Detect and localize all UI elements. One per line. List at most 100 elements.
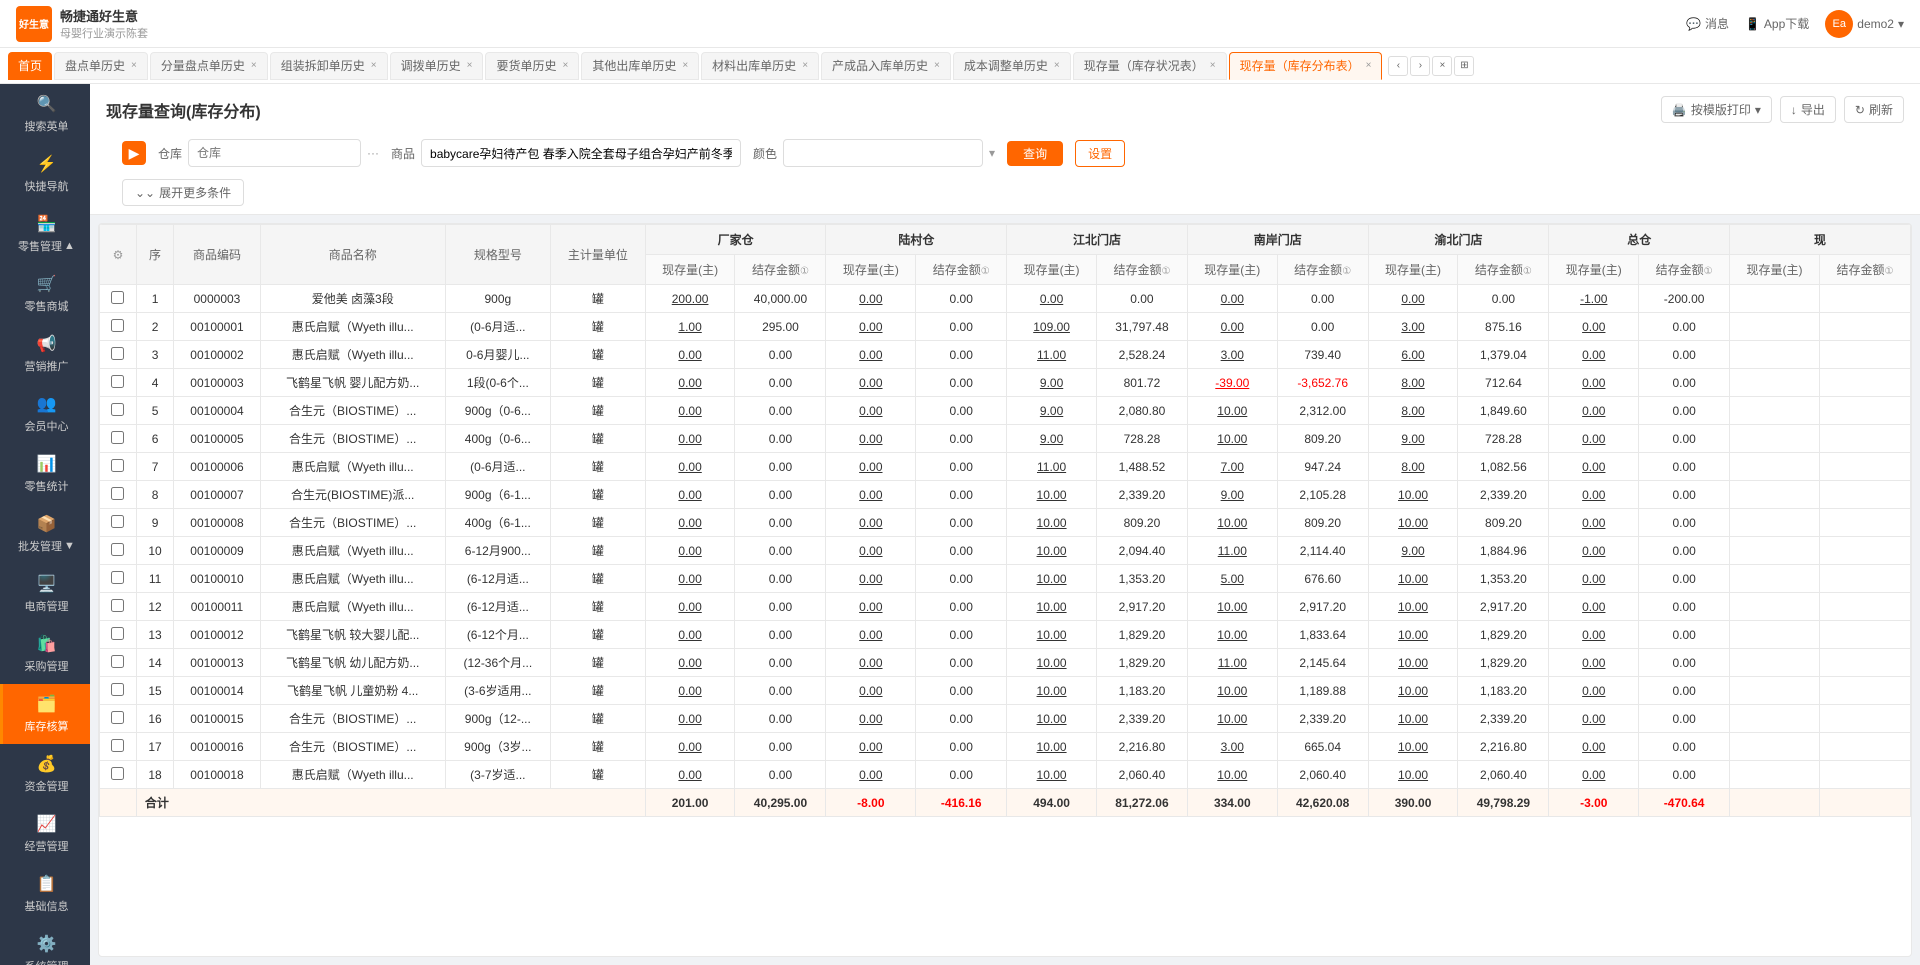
tab-home[interactable]: 首页	[8, 52, 52, 80]
lc-qty-link[interactable]: 0.00	[859, 544, 882, 558]
row-checkbox[interactable]	[111, 319, 124, 332]
tab-close-1[interactable]: ×	[131, 60, 137, 71]
jb-qty-link[interactable]: 9.00	[1040, 376, 1063, 390]
info-icon-5[interactable]: ①	[1523, 266, 1532, 277]
sidebar-item-search[interactable]: 🔍 搜索英单	[0, 84, 90, 144]
row-checkbox[interactable]	[111, 431, 124, 444]
lc-qty-link[interactable]: 0.00	[859, 684, 882, 698]
row-check[interactable]	[100, 453, 137, 481]
jb-qty-link[interactable]: 10.00	[1037, 740, 1067, 754]
ck-qty-link[interactable]: 0.00	[678, 628, 701, 642]
zc-qty-link[interactable]: 0.00	[1582, 348, 1605, 362]
jb-qty-link[interactable]: 11.00	[1037, 460, 1066, 474]
yb-qty-link[interactable]: 6.00	[1401, 348, 1424, 362]
row-check[interactable]	[100, 705, 137, 733]
tab-close-6[interactable]: ×	[682, 60, 688, 71]
gear-icon[interactable]: ⚙	[113, 248, 124, 262]
na-qty-link[interactable]: 10.00	[1217, 628, 1247, 642]
na-qty-link[interactable]: 9.00	[1221, 488, 1244, 502]
yb-qty-link[interactable]: 10.00	[1398, 656, 1428, 670]
info-icon-2[interactable]: ①	[981, 266, 990, 277]
row-checkbox[interactable]	[111, 403, 124, 416]
lc-qty-link[interactable]: 0.00	[859, 516, 882, 530]
lc-qty-link[interactable]: 0.00	[859, 768, 882, 782]
row-checkbox[interactable]	[111, 347, 124, 360]
ck-qty-link[interactable]: 0.00	[678, 376, 701, 390]
jb-qty-link[interactable]: 0.00	[1040, 292, 1063, 306]
na-qty-link[interactable]: 3.00	[1221, 348, 1244, 362]
na-qty-link[interactable]: 11.00	[1218, 656, 1247, 670]
ck-qty-link[interactable]: 0.00	[678, 712, 701, 726]
na-qty-link[interactable]: 10.00	[1217, 432, 1247, 446]
yb-qty-link[interactable]: 10.00	[1398, 684, 1428, 698]
jb-qty-link[interactable]: 9.00	[1040, 404, 1063, 418]
warehouse-input[interactable]	[188, 139, 361, 167]
row-check[interactable]	[100, 313, 137, 341]
export-btn[interactable]: ↓ 导出	[1780, 96, 1836, 123]
ck-qty-link[interactable]: 0.00	[678, 740, 701, 754]
lc-qty-link[interactable]: 0.00	[859, 656, 882, 670]
ck-qty-link[interactable]: 0.00	[678, 432, 701, 446]
zc-qty-link[interactable]: 0.00	[1582, 460, 1605, 474]
tab-close-3[interactable]: ×	[371, 60, 377, 71]
yb-qty-link[interactable]: 10.00	[1398, 572, 1428, 586]
jb-qty-link[interactable]: 10.00	[1037, 600, 1067, 614]
row-check[interactable]	[100, 509, 137, 537]
zc-qty-link[interactable]: 0.00	[1582, 516, 1605, 530]
settings-btn[interactable]: 设置	[1075, 140, 1125, 167]
yb-qty-link[interactable]: 9.00	[1401, 544, 1424, 558]
yb-qty-link[interactable]: 10.00	[1398, 600, 1428, 614]
sidebar-item-retailstat[interactable]: 📊 零售统计	[0, 444, 90, 504]
row-checkbox[interactable]	[111, 627, 124, 640]
ck-qty-link[interactable]: 0.00	[678, 516, 701, 530]
sidebar-item-marketing[interactable]: 📢 营销推广	[0, 324, 90, 384]
na-qty-link[interactable]: 3.00	[1221, 740, 1244, 754]
tab-2[interactable]: 分量盘点单历史 ×	[150, 52, 268, 80]
zc-qty-link[interactable]: 0.00	[1582, 432, 1605, 446]
tab-close-all-btn[interactable]: ×	[1432, 56, 1452, 76]
jb-qty-link[interactable]: 10.00	[1037, 488, 1067, 502]
zc-qty-link[interactable]: 0.00	[1582, 684, 1605, 698]
na-qty-link[interactable]: -39.00	[1215, 376, 1249, 390]
na-qty-link[interactable]: 10.00	[1217, 768, 1247, 782]
sidebar-item-operation[interactable]: 📈 经营管理	[0, 804, 90, 864]
info-icon-6[interactable]: ①	[1704, 266, 1713, 277]
zc-qty-link[interactable]: 0.00	[1582, 404, 1605, 418]
lc-qty-link[interactable]: 0.00	[859, 348, 882, 362]
row-checkbox[interactable]	[111, 459, 124, 472]
tab-8[interactable]: 产成品入库单历史 ×	[821, 52, 951, 80]
lc-qty-link[interactable]: 0.00	[859, 712, 882, 726]
jb-qty-link[interactable]: 10.00	[1037, 628, 1067, 642]
sidebar-item-system[interactable]: ⚙️ 系统管理	[0, 924, 90, 965]
zc-qty-link[interactable]: 0.00	[1582, 572, 1605, 586]
tab-1[interactable]: 盘点单历史 ×	[54, 52, 148, 80]
color-input[interactable]	[783, 139, 983, 167]
tab-close-7[interactable]: ×	[802, 60, 808, 71]
row-check[interactable]	[100, 593, 137, 621]
row-checkbox[interactable]	[111, 571, 124, 584]
row-check[interactable]	[100, 285, 137, 313]
ck-qty-link[interactable]: 0.00	[678, 656, 701, 670]
app-download-btn[interactable]: 📱 App下载	[1745, 15, 1809, 32]
tab-7[interactable]: 材料出库单历史 ×	[701, 52, 819, 80]
info-icon-1[interactable]: ①	[800, 266, 809, 277]
tab-9[interactable]: 成本调整单历史 ×	[953, 52, 1071, 80]
jb-qty-link[interactable]: 109.00	[1033, 320, 1070, 334]
yb-qty-link[interactable]: 9.00	[1401, 432, 1424, 446]
sidebar-item-ecommerce[interactable]: 🖥️ 电商管理	[0, 564, 90, 624]
sidebar-item-retail[interactable]: 🏪 零售管理 ▲	[0, 204, 90, 264]
expand-conditions-btn[interactable]: ⌄⌄ 展开更多条件	[122, 179, 244, 206]
na-qty-link[interactable]: 0.00	[1221, 320, 1244, 334]
tab-expand-btn[interactable]: ⊞	[1454, 56, 1474, 76]
row-check[interactable]	[100, 481, 137, 509]
jb-qty-link[interactable]: 10.00	[1037, 656, 1067, 670]
ck-qty-link[interactable]: 0.00	[678, 768, 701, 782]
color-chevron-icon[interactable]: ▾	[989, 146, 995, 160]
ck-qty-link[interactable]: 0.00	[678, 488, 701, 502]
sidebar-item-basic[interactable]: 📋 基础信息	[0, 864, 90, 924]
row-checkbox[interactable]	[111, 599, 124, 612]
jb-qty-link[interactable]: 10.00	[1037, 572, 1067, 586]
yb-qty-link[interactable]: 10.00	[1398, 740, 1428, 754]
tab-11[interactable]: 现存量（库存分布表） ×	[1229, 52, 1383, 80]
print-btn[interactable]: 🖨️ 按模版打印 ▾	[1661, 96, 1772, 123]
